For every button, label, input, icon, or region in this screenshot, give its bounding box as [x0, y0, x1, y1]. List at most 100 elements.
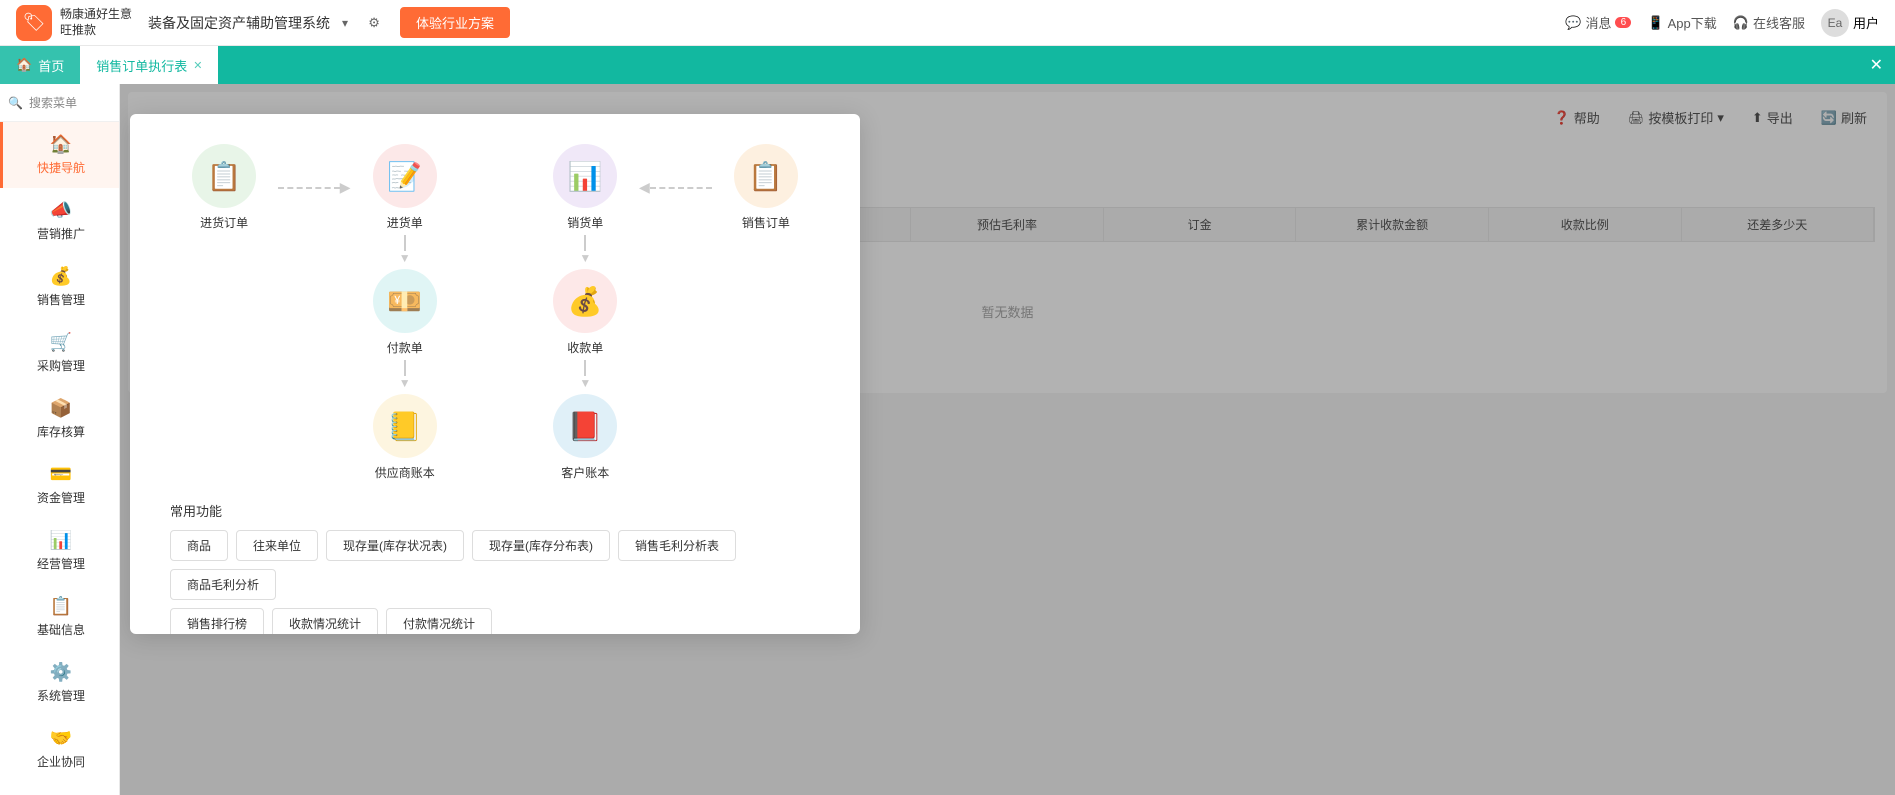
arrow-2: ▶ [639, 179, 650, 196]
flow-diagram: 📋 进货订单 ▶ [170, 144, 820, 481]
receipt-circle: 💰 [553, 269, 617, 333]
logo-icon: 🏷 [16, 5, 52, 41]
sidebar-item-sales[interactable]: 💰 销售管理 [0, 254, 119, 320]
enterprise-label: 企业协同 [37, 753, 85, 770]
arrow-down-payment: ▼ [351, 360, 459, 390]
arrow-1: ▶ [340, 179, 351, 196]
experience-button[interactable]: 体验行业方案 [400, 7, 510, 38]
sales-icon: 💰 [50, 266, 72, 287]
connector-1: ▶ [278, 179, 350, 196]
sidebar-search[interactable]: 🔍 搜索菜单 [0, 84, 119, 122]
search-icon: 🔍 [8, 96, 23, 110]
content-area: ❓ 帮助 🖨 按模板打印 ▾ ⬆ 导出 🔄 刷新 [120, 84, 1895, 795]
supplier-icon: 📒 [387, 410, 422, 443]
user-label: 用户 [1853, 13, 1879, 32]
enterprise-icon: 🤝 [50, 728, 72, 749]
func-btn-payment-stats[interactable]: 付款情况统计 [386, 608, 492, 634]
modal-body: 📋 进货订单 ▶ [130, 114, 860, 634]
purchase-order-label: 进货订单 [200, 214, 248, 231]
func-btn-goods-profit[interactable]: 商品毛利分析 [170, 569, 276, 600]
top-header: 🏷 畅康通好生意 旺推款 装备及固定资产辅助管理系统 ▾ ⚙ 体验行业方案 💬 … [0, 0, 1895, 46]
func-btn-sales-profit[interactable]: 销售毛利分析表 [618, 530, 736, 561]
sidebar-item-finance[interactable]: 💳 资金管理 [0, 452, 119, 518]
user-area[interactable]: Ea 用户 [1821, 9, 1879, 37]
func-btn-stock-status[interactable]: 现存量(库存状况表) [326, 530, 464, 561]
receipt-label: 收款单 [567, 339, 603, 356]
settings-icon[interactable]: ⚙ [360, 9, 388, 37]
func-btn-receipt-stats[interactable]: 收款情况统计 [272, 608, 378, 634]
sidebar-item-operations[interactable]: 📊 经营管理 [0, 518, 119, 584]
sales-order-circle: 📋 [734, 144, 798, 208]
app-download-button[interactable]: 📱 App下载 [1647, 13, 1716, 32]
arrow-down-purchase: ▼ [351, 235, 459, 265]
sales-order-icon: 📋 [748, 160, 783, 193]
search-label: 搜索菜单 [29, 94, 77, 111]
marketing-label: 营销推广 [37, 225, 85, 242]
sidebar-item-marketing[interactable]: 📣 营销推广 [0, 188, 119, 254]
modal-overlay: 📋 进货订单 ▶ [120, 84, 1895, 795]
func-btn-goods[interactable]: 商品 [170, 530, 228, 561]
tab-close-icon[interactable]: ✕ [193, 59, 202, 72]
sidebar-item-purchase[interactable]: 🛒 采购管理 [0, 320, 119, 386]
func-btn-counterparts[interactable]: 往来单位 [236, 530, 318, 561]
marketing-icon: 📣 [50, 200, 72, 221]
sidebar: 🔍 搜索菜单 🏠 快捷导航 📣 营销推广 💰 销售管理 🛒 采购管理 📦 库存核… [0, 84, 120, 795]
user-avatar: Ea [1821, 9, 1849, 37]
nav-tabs: 🏠 首页 销售订单执行表 ✕ ✕ [0, 46, 1895, 84]
sidebar-item-system[interactable]: ⚙️ 系统管理 [0, 650, 119, 716]
supplier-label: 供应商账本 [375, 464, 435, 481]
message-button[interactable]: 💬 消息 6 [1565, 13, 1631, 32]
customer-label: 客户账本 [561, 464, 609, 481]
func-btns-row-2: 销售排行榜 收款情况统计 付款情况统计 [170, 608, 820, 634]
basic-info-icon: 📋 [50, 596, 72, 617]
connector-2: ▶ [639, 179, 711, 196]
service-icon: 🎧 [1733, 15, 1749, 31]
system-icon: ⚙️ [50, 662, 72, 683]
online-service-button[interactable]: 🎧 在线客服 [1733, 13, 1805, 32]
finance-label: 资金管理 [37, 489, 85, 506]
sidebar-item-guide[interactable]: 📖 新手引导 [0, 782, 119, 795]
flow-node-supplier: 📒 供应商账本 [351, 394, 459, 481]
payment-label: 付款单 [387, 339, 423, 356]
sidebar-item-enterprise[interactable]: 🤝 企业协同 [0, 716, 119, 782]
arrow-down-4: ▼ [579, 376, 591, 390]
vline-1 [404, 235, 406, 251]
flow-row-1: 📋 进货订单 ▶ [170, 144, 820, 231]
sales-bill-icon: 📊 [568, 160, 603, 193]
flow-node-sales-bill: 📊 销货单 [531, 144, 639, 231]
supplier-circle: 📒 [373, 394, 437, 458]
inventory-icon: 📦 [50, 398, 72, 419]
purchase-order-icon: 📋 [207, 160, 242, 193]
app-icon: 📱 [1647, 15, 1663, 31]
message-badge: 6 [1615, 17, 1631, 28]
modal-dialog: 📋 进货订单 ▶ [130, 114, 860, 634]
vline-3 [404, 360, 406, 376]
flow-row-3: 📒 供应商账本 📕 客户账本 [170, 394, 820, 481]
common-functions: 常用功能 商品 往来单位 现存量(库存状况表) 现存量(库存分布表) 销售毛利分… [170, 501, 820, 634]
tab-home[interactable]: 🏠 首页 [0, 46, 80, 84]
sidebar-item-inventory[interactable]: 📦 库存核算 [0, 386, 119, 452]
tab-sales-order[interactable]: 销售订单执行表 ✕ [80, 46, 218, 84]
main-layout: 🔍 搜索菜单 🏠 快捷导航 📣 营销推广 💰 销售管理 🛒 采购管理 📦 库存核… [0, 84, 1895, 795]
quick-nav-icon: 🏠 [50, 134, 72, 155]
flow-node-customer: 📕 客户账本 [531, 394, 639, 481]
func-btn-sales-rank[interactable]: 销售排行榜 [170, 608, 264, 634]
sidebar-item-quick-nav[interactable]: 🏠 快捷导航 [0, 122, 119, 188]
flow-node-receipt: 💰 收款单 [531, 269, 639, 356]
flow-arrows-down: ▼ ▼ [170, 235, 820, 265]
purchase-order-circle: 📋 [192, 144, 256, 208]
sales-bill-label: 销货单 [567, 214, 603, 231]
purchase-bill-label: 进货单 [387, 214, 423, 231]
tabs-close-icon[interactable]: ✕ [1870, 55, 1883, 75]
flow-node-purchase-bill: 📝 进货单 [351, 144, 459, 231]
logo-area: 🏷 畅康通好生意 旺推款 [16, 5, 136, 41]
sidebar-item-basic-info[interactable]: 📋 基础信息 [0, 584, 119, 650]
flow-node-purchase-order: 📋 进货订单 [170, 144, 278, 231]
flow-arrows-down-2: ▼ ▼ [170, 360, 820, 390]
home-icon: 🏠 [16, 57, 32, 73]
flow-node-payment: 💴 付款单 [351, 269, 459, 356]
message-icon: 💬 [1565, 15, 1581, 31]
system-dropdown[interactable]: ▾ [342, 16, 348, 30]
vline-4 [584, 360, 586, 376]
func-btn-stock-dist[interactable]: 现存量(库存分布表) [472, 530, 610, 561]
